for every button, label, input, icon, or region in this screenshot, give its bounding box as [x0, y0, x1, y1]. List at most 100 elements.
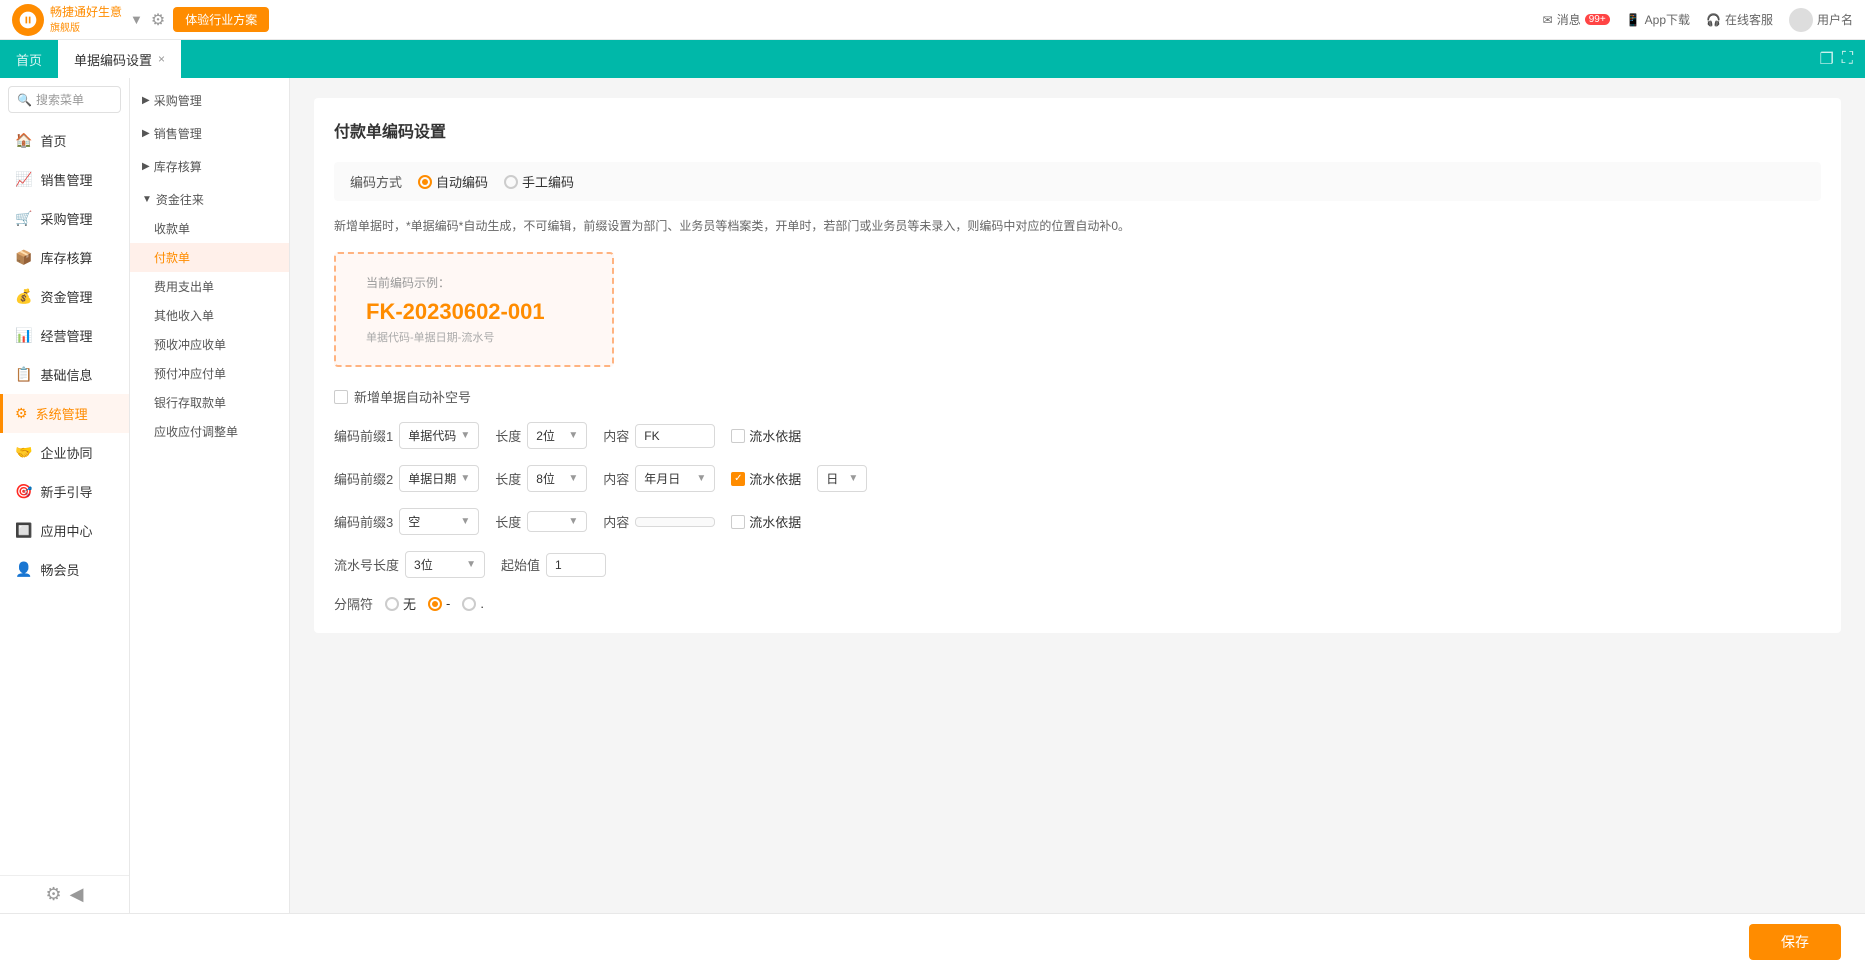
- prefix2-select[interactable]: 单据日期 ▼: [399, 465, 479, 492]
- sidebar-item-purchase[interactable]: 🛒 采购管理: [0, 199, 129, 238]
- sep-none-radio[interactable]: [385, 597, 399, 611]
- manual-encode-radio[interactable]: [504, 175, 518, 189]
- sidebar-search-area: 🔍 搜索菜单: [0, 78, 129, 121]
- prefix2-row: 编码前缀2 单据日期 ▼ 长度 8位 ▼ 内容 年月日: [334, 465, 1821, 492]
- serial-length-select[interactable]: 3位 ▼: [405, 551, 485, 578]
- prefix3-length-select[interactable]: ▼: [527, 511, 587, 532]
- sidebar-item-operations[interactable]: 📊 经营管理: [0, 316, 129, 355]
- sidebar-item-member[interactable]: 👤 畅会员: [0, 550, 129, 589]
- sidebar-item-basic-label: 基础信息: [40, 365, 92, 384]
- cs-item-expense[interactable]: 费用支出单: [130, 272, 289, 301]
- prefix3-waterfall-checkbox[interactable]: [731, 515, 745, 529]
- cs-item-adjust[interactable]: 应收应付调整单: [130, 417, 289, 446]
- prefix2-label: 编码前缀2: [334, 469, 393, 488]
- prefix2-waterfall-label: 流水依据: [749, 469, 801, 488]
- restore-icon[interactable]: ❐: [1819, 49, 1833, 69]
- cs-item-other-income[interactable]: 其他收入单: [130, 301, 289, 330]
- cs-group-capital-header[interactable]: ▼ 资金往来: [130, 185, 289, 214]
- cs-item-bank[interactable]: 银行存取款单: [130, 388, 289, 417]
- cs-group-sales-header[interactable]: ▶ 销售管理: [130, 119, 289, 148]
- prefix3-select[interactable]: 空 ▼: [399, 508, 479, 535]
- sidebar-settings-btn[interactable]: ⚙: [46, 884, 62, 905]
- avatar: [1789, 8, 1813, 32]
- sidebar-item-basic[interactable]: 📋 基础信息: [0, 355, 129, 394]
- prefix3-length-arrow-icon: ▼: [568, 516, 578, 527]
- prefix2-length-select[interactable]: 8位 ▼: [527, 465, 587, 492]
- tab-encoding-settings[interactable]: 单据编码设置 ×: [58, 40, 181, 78]
- sep-dash-option[interactable]: -: [428, 596, 450, 611]
- cs-item-pre-receipt[interactable]: 预收冲应收单: [130, 330, 289, 359]
- sidebar-item-finance[interactable]: 💰 资金管理: [0, 277, 129, 316]
- start-value: 1: [555, 558, 562, 572]
- sep-none-option[interactable]: 无: [385, 594, 416, 613]
- sep-dot-radio[interactable]: [462, 597, 476, 611]
- maximize-icon[interactable]: ⛶: [1842, 50, 1853, 68]
- cs-item-pre-payment[interactable]: 预付冲应付单: [130, 359, 289, 388]
- cs-item-payment[interactable]: 付款单: [130, 243, 289, 272]
- message-item[interactable]: ✉ 消息 99+: [1543, 11, 1610, 28]
- prefix1-waterfall-label: 流水依据: [749, 426, 801, 445]
- topbar: 畅捷通好生意 旗舰版 ▼ ⚙ 体验行业方案 ✉ 消息 99+ 📱 App下载 🎧…: [0, 0, 1865, 40]
- sidebar-item-home[interactable]: 🏠 首页: [0, 121, 129, 160]
- cs-group-stock: ▶ 库存核算: [130, 152, 289, 181]
- prefix3-content-input[interactable]: [635, 517, 715, 527]
- sep-dash-radio[interactable]: [428, 597, 442, 611]
- auto-fill-checkbox[interactable]: [334, 390, 348, 404]
- prefix1-length-select[interactable]: 2位 ▼: [527, 422, 587, 449]
- prefix3-length-field: 长度 ▼: [495, 511, 587, 532]
- cs-group-purchase-label: 采购管理: [154, 92, 202, 109]
- prefix1-select[interactable]: 单据代码 ▼: [399, 422, 479, 449]
- online-service-item[interactable]: 🎧 在线客服: [1706, 11, 1773, 28]
- cs-item-receipt[interactable]: 收款单: [130, 214, 289, 243]
- arrow-right-icon3: ▶: [142, 161, 150, 172]
- prefix2-waterfall-checkbox[interactable]: [731, 472, 745, 486]
- message-label: 消息: [1557, 11, 1581, 28]
- prefix2-content-select[interactable]: 年月日 ▼: [635, 465, 715, 492]
- sidebar-item-guide[interactable]: 🎯 新手引导: [0, 472, 129, 511]
- save-button[interactable]: 保存: [1749, 924, 1841, 960]
- start-value-input[interactable]: 1: [546, 553, 606, 577]
- sidebar-item-inventory[interactable]: 📦 库存核算: [0, 238, 129, 277]
- manual-encode-option[interactable]: 手工编码: [504, 172, 574, 191]
- serial-length-field: 流水号长度 3位 ▼: [334, 551, 485, 578]
- sidebar-item-system[interactable]: ⚙ 系统管理: [0, 394, 129, 433]
- serial-length-label: 流水号长度: [334, 555, 399, 574]
- encoding-card: 付款单编码设置 编码方式 自动编码 手工编码 新增单据时，*单据编码*自动生成，…: [314, 98, 1841, 633]
- prefix2-period-select[interactable]: 日 ▼: [817, 465, 867, 492]
- sidebar-collapse-btn[interactable]: ◀: [70, 884, 84, 905]
- trial-button[interactable]: 体验行业方案: [173, 7, 269, 32]
- sidebar-item-enterprise[interactable]: 🤝 企业协同: [0, 433, 129, 472]
- prefix3-content-label: 内容: [603, 512, 629, 531]
- sidebar-item-member-label: 畅会员: [40, 560, 79, 579]
- sep-none-label: 无: [403, 594, 416, 613]
- serial-length-value: 3位: [414, 556, 433, 573]
- prefix1-row: 编码前缀1 单据代码 ▼ 长度 2位 ▼ 内容 FK: [334, 422, 1821, 449]
- sidebar-item-appstore[interactable]: 🔲 应用中心: [0, 511, 129, 550]
- cs-group-purchase-header[interactable]: ▶ 采购管理: [130, 86, 289, 115]
- tab-close-icon[interactable]: ×: [158, 52, 165, 66]
- brand-logo: [12, 4, 44, 36]
- auto-encode-option[interactable]: 自动编码: [418, 172, 488, 191]
- tab-home[interactable]: 首页: [0, 40, 58, 78]
- prefix2-length-value: 8位: [536, 470, 555, 487]
- auto-encode-radio[interactable]: [418, 175, 432, 189]
- sidebar-item-sales[interactable]: 📈 销售管理: [0, 160, 129, 199]
- home-icon: 🏠: [15, 132, 32, 149]
- enterprise-icon: 🤝: [15, 444, 32, 461]
- app-download-item[interactable]: 📱 App下载: [1626, 11, 1690, 28]
- cs-group-stock-header[interactable]: ▶ 库存核算: [130, 152, 289, 181]
- sales-icon: 📈: [15, 171, 32, 188]
- search-input[interactable]: 🔍 搜索菜单: [8, 86, 121, 113]
- sep-dot-option[interactable]: .: [462, 596, 484, 611]
- prefix2-value: 单据日期: [408, 470, 456, 487]
- prefix1-content-input[interactable]: FK: [635, 424, 715, 448]
- gear-icon[interactable]: ⚙: [151, 10, 165, 30]
- topbar-left: 畅捷通好生意 旗舰版 ▼ ⚙ 体验行业方案: [12, 4, 269, 36]
- user-avatar[interactable]: 用户名: [1789, 8, 1853, 32]
- dropdown-icon[interactable]: ▼: [130, 12, 143, 27]
- member-icon: 👤: [15, 561, 32, 578]
- separator-label: 分隔符: [334, 594, 373, 613]
- prefix1-waterfall-checkbox[interactable]: [731, 429, 745, 443]
- auto-fill-label: 新增单据自动补空号: [354, 387, 471, 406]
- separator-row: 分隔符 无 - .: [334, 594, 1821, 613]
